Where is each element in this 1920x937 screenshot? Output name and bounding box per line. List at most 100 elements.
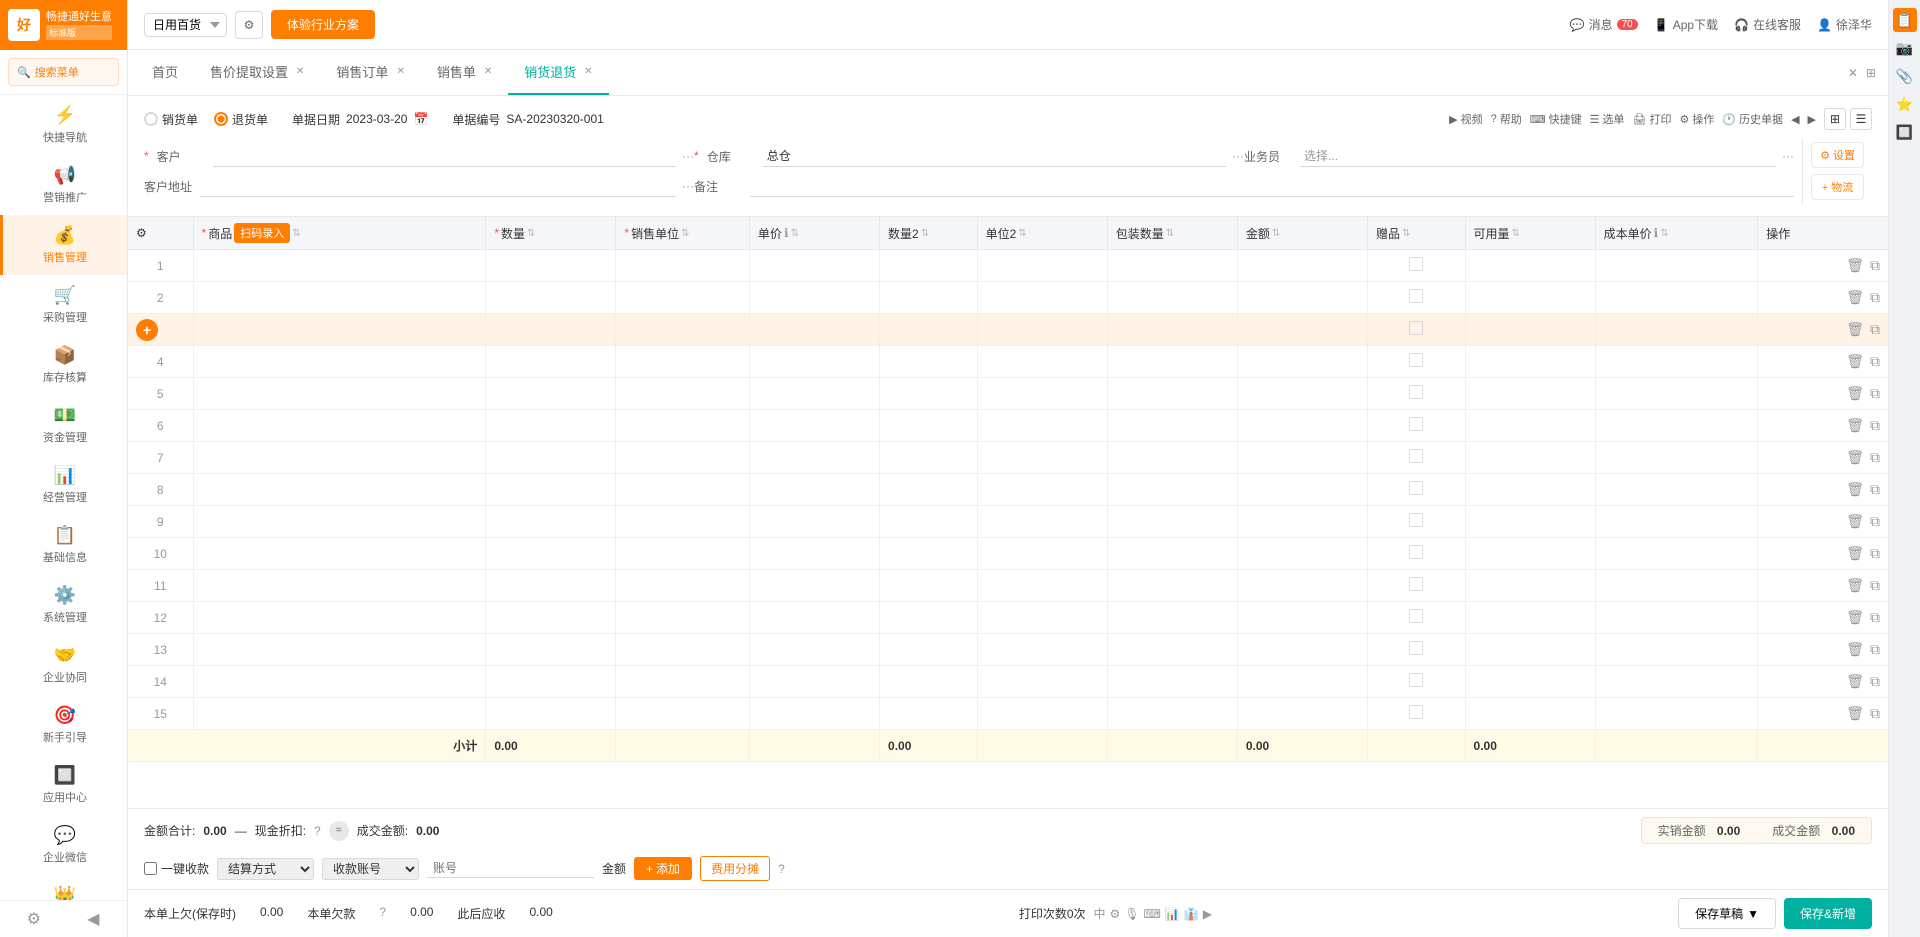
tab-sales-return-close[interactable]: ✕ <box>584 66 592 77</box>
gift-checkbox[interactable] <box>1409 289 1423 303</box>
cost-cell[interactable] <box>1595 314 1758 346</box>
gift-checkbox[interactable] <box>1409 257 1423 271</box>
warehouse-dots-button[interactable]: ··· <box>1232 149 1244 163</box>
discount-help-icon[interactable]: ? <box>314 824 321 838</box>
copy-row-icon[interactable]: ⧉ <box>1870 257 1880 274</box>
right-panel-btn-1[interactable]: 📋 <box>1893 8 1917 32</box>
pkg-cell[interactable] <box>1107 698 1237 730</box>
cost-cell[interactable] <box>1595 634 1758 666</box>
next-record-button[interactable]: ▶ <box>1808 113 1816 126</box>
unit-cell[interactable] <box>616 314 750 346</box>
product-cell[interactable] <box>193 634 486 666</box>
list-view-button[interactable]: ☰ <box>1850 108 1872 130</box>
cost-cell[interactable] <box>1595 378 1758 410</box>
tool5-icon[interactable]: 👔 <box>1184 907 1199 921</box>
unit-cell[interactable] <box>616 474 750 506</box>
collapse-sidebar-icon[interactable]: ◀ <box>68 909 120 929</box>
unit2-sort-icon[interactable]: ⇅ <box>1018 228 1026 239</box>
product-cell[interactable] <box>193 250 486 282</box>
delete-row-icon[interactable]: 🗑 <box>1846 513 1864 530</box>
price-cell[interactable] <box>749 506 879 538</box>
cost-cell[interactable] <box>1595 282 1758 314</box>
qty2-cell[interactable] <box>880 282 978 314</box>
amount-cell[interactable] <box>1237 442 1367 474</box>
salesperson-input[interactable]: 选择... <box>1300 145 1776 167</box>
pkg-cell[interactable] <box>1107 378 1237 410</box>
price-cell[interactable] <box>749 250 879 282</box>
pkg-cell[interactable] <box>1107 506 1237 538</box>
qty2-cell[interactable] <box>880 698 978 730</box>
sidebar-item-enterprise[interactable]: 🤝 企业协同 <box>0 635 127 695</box>
unit-cell[interactable] <box>616 570 750 602</box>
delete-row-icon[interactable]: 🗑 <box>1846 289 1864 306</box>
save-new-button[interactable]: 保存&新增 <box>1784 898 1872 929</box>
amount-cell[interactable] <box>1237 250 1367 282</box>
qty2-cell[interactable] <box>880 410 978 442</box>
tool3-icon[interactable]: ⌨ <box>1144 907 1161 921</box>
unit-cell[interactable] <box>616 410 750 442</box>
expand-tabs-button[interactable]: ⊞ <box>1862 62 1880 84</box>
gift-checkbox[interactable] <box>1409 673 1423 687</box>
price-cell[interactable] <box>749 474 879 506</box>
account-number-input[interactable] <box>427 859 594 878</box>
price-cell[interactable] <box>749 666 879 698</box>
qty-cell[interactable] <box>486 282 616 314</box>
tab-sales-delivery-close[interactable]: ✕ <box>484 66 492 77</box>
delete-row-icon[interactable]: 🗑 <box>1846 449 1864 466</box>
qty2-cell[interactable] <box>880 570 978 602</box>
product-cell[interactable] <box>193 666 486 698</box>
amount-cell[interactable] <box>1237 634 1367 666</box>
product-cell[interactable] <box>193 538 486 570</box>
available-cell[interactable] <box>1465 602 1595 634</box>
tool2-icon[interactable]: 🎙 <box>1124 907 1139 921</box>
sidebar-item-operation[interactable]: 📊 经营管理 <box>0 455 127 515</box>
copy-row-icon[interactable]: ⧉ <box>1870 705 1880 722</box>
unit2-cell[interactable] <box>977 634 1107 666</box>
calendar-icon[interactable]: 📅 <box>413 112 428 126</box>
product-sort-icon[interactable]: ⇅ <box>292 228 300 239</box>
gift-checkbox[interactable] <box>1409 417 1423 431</box>
topbar-settings-button[interactable]: ⚙ <box>235 11 263 39</box>
amount-cell[interactable] <box>1237 378 1367 410</box>
qty-cell[interactable] <box>486 666 616 698</box>
price-cell[interactable] <box>749 346 879 378</box>
cost-cell[interactable] <box>1595 250 1758 282</box>
copy-row-icon[interactable]: ⧉ <box>1870 385 1880 402</box>
pkg-cell[interactable] <box>1107 570 1237 602</box>
unit-cell[interactable] <box>616 506 750 538</box>
price-cell[interactable] <box>749 442 879 474</box>
add-row-button[interactable]: + <box>136 319 158 341</box>
available-cell[interactable] <box>1465 474 1595 506</box>
tab-sales-return[interactable]: 销货退货 ✕ <box>508 50 608 95</box>
unit2-cell[interactable] <box>977 666 1107 698</box>
qty-cell[interactable] <box>486 506 616 538</box>
available-cell[interactable] <box>1465 538 1595 570</box>
delete-row-icon[interactable]: 🗑 <box>1846 609 1864 626</box>
prev-record-button[interactable]: ◀ <box>1791 113 1799 126</box>
available-cell[interactable] <box>1465 570 1595 602</box>
qty-cell[interactable] <box>486 602 616 634</box>
price-sort-icon[interactable]: ⇅ <box>791 228 799 239</box>
sidebar-item-app-center[interactable]: 🔲 应用中心 <box>0 755 127 815</box>
tab-price-settings-close[interactable]: ✕ <box>296 66 304 77</box>
cost-cell[interactable] <box>1595 666 1758 698</box>
copy-row-icon[interactable]: ⧉ <box>1870 449 1880 466</box>
price-cell[interactable] <box>749 538 879 570</box>
qty-cell[interactable] <box>486 378 616 410</box>
remark-input[interactable] <box>750 175 1794 197</box>
unit-cell[interactable] <box>616 442 750 474</box>
unit2-cell[interactable] <box>977 442 1107 474</box>
amount-cell[interactable] <box>1237 602 1367 634</box>
qty2-cell[interactable] <box>880 442 978 474</box>
product-cell[interactable] <box>193 474 486 506</box>
unit2-cell[interactable] <box>977 506 1107 538</box>
qty-cell[interactable] <box>486 346 616 378</box>
save-draft-button[interactable]: 保存草稿 ▼ <box>1678 898 1776 929</box>
unit2-cell[interactable] <box>977 570 1107 602</box>
qty-cell[interactable] <box>486 538 616 570</box>
delete-row-icon[interactable]: 🗑 <box>1846 417 1864 434</box>
gift-checkbox[interactable] <box>1409 385 1423 399</box>
qty2-cell[interactable] <box>880 538 978 570</box>
product-cell[interactable] <box>193 346 486 378</box>
delete-row-icon[interactable]: 🗑 <box>1846 673 1864 690</box>
